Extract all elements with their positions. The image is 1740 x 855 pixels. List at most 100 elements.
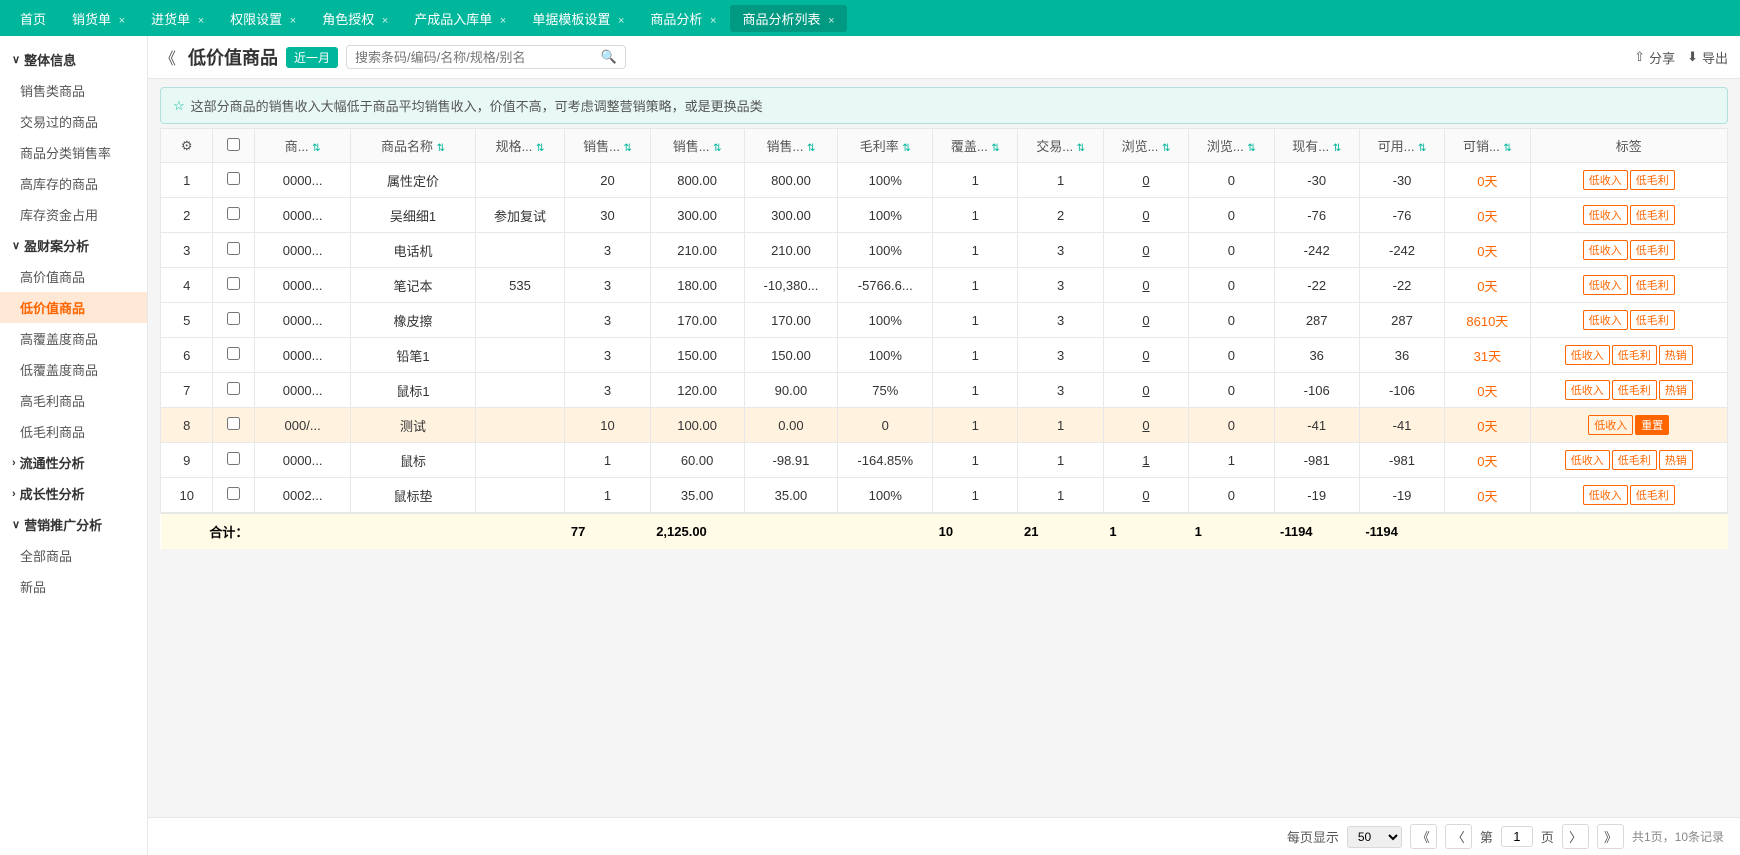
row-checkbox[interactable] <box>227 172 240 185</box>
browse1-cell[interactable]: 0 <box>1103 163 1188 198</box>
sidebar-item-category-sales[interactable]: 商品分类销售率 <box>0 137 147 168</box>
browse1-cell[interactable]: 0 <box>1103 373 1188 408</box>
table-container[interactable]: ⚙ 商... ⇅ 商品名称 ⇅ 规格... ⇅ 销售... ⇅ 销售... ⇅ … <box>160 128 1728 817</box>
browse1-cell[interactable]: 0 <box>1103 338 1188 373</box>
sidebar-item-stock-capital[interactable]: 库存资金占用 <box>0 199 147 230</box>
sidebar-item-traded-products[interactable]: 交易过的商品 <box>0 106 147 137</box>
row-checkbox[interactable] <box>227 417 240 430</box>
sidebar-group-marketing[interactable]: ∨ 营销推广分析 <box>0 509 147 540</box>
browse1-link[interactable]: 0 <box>1142 278 1149 293</box>
nav-product-analysis[interactable]: 商品分析 × <box>638 5 728 32</box>
table-row[interactable]: 4 0000... 笔记本 535 3 180.00 -10,380... -5… <box>161 268 1728 303</box>
sidebar-item-high-value[interactable]: 高价值商品 <box>0 261 147 292</box>
browse1-link[interactable]: 0 <box>1142 208 1149 223</box>
checkbox-cell[interactable] <box>213 268 254 303</box>
sidebar-item-low-profit[interactable]: 低毛利商品 <box>0 416 147 447</box>
col-settings[interactable]: ⚙ <box>161 129 213 163</box>
checkbox-cell[interactable] <box>213 408 254 443</box>
next-page-btn[interactable]: 〉 <box>1562 824 1589 849</box>
sidebar-item-new-products[interactable]: 新品 <box>0 571 147 602</box>
col-checkbox[interactable] <box>213 129 254 163</box>
checkbox-cell[interactable] <box>213 443 254 478</box>
sidebar-group-flow[interactable]: › 流通性分析 <box>0 447 147 478</box>
browse1-cell[interactable]: 0 <box>1103 198 1188 233</box>
checkbox-cell[interactable] <box>213 198 254 233</box>
tag-recent-btn[interactable]: 近一月 <box>286 47 338 68</box>
close-icon[interactable]: × <box>710 15 716 27</box>
browse1-cell[interactable]: 0 <box>1103 408 1188 443</box>
checkbox-cell[interactable] <box>213 338 254 373</box>
browse1-cell[interactable]: 0 <box>1103 233 1188 268</box>
sidebar-item-all-products[interactable]: 全部商品 <box>0 540 147 571</box>
nav-home[interactable]: 首页 <box>8 5 58 32</box>
checkbox-cell[interactable] <box>213 233 254 268</box>
row-checkbox[interactable] <box>227 382 240 395</box>
browse1-link[interactable]: 0 <box>1142 383 1149 398</box>
table-row[interactable]: 1 0000... 属性定价 20 800.00 800.00 100% 1 1… <box>161 163 1728 198</box>
nav-product-inbound[interactable]: 产成品入库单 × <box>402 5 518 32</box>
browse1-cell[interactable]: 0 <box>1103 268 1188 303</box>
checkbox-cell[interactable] <box>213 163 254 198</box>
close-icon[interactable]: × <box>500 15 506 27</box>
sidebar-group-financial[interactable]: ∨ 盈财案分析 <box>0 230 147 261</box>
search-icon[interactable]: 🔍 <box>601 49 617 65</box>
nav-sales-order[interactable]: 销货单 × <box>60 5 137 32</box>
close-icon[interactable]: × <box>618 15 624 27</box>
table-row[interactable]: 9 0000... 鼠标 1 60.00 -98.91 -164.85% 1 1… <box>161 443 1728 478</box>
sidebar-item-high-coverage[interactable]: 高覆盖度商品 <box>0 323 147 354</box>
per-page-select[interactable]: 50 100 200 <box>1347 826 1402 848</box>
nav-role-auth[interactable]: 角色授权 × <box>310 5 400 32</box>
page-num-input[interactable] <box>1501 826 1533 847</box>
browse1-link[interactable]: 0 <box>1142 488 1149 503</box>
browse1-link[interactable]: 0 <box>1142 418 1149 433</box>
table-row[interactable]: 3 0000... 电话机 3 210.00 210.00 100% 1 3 0… <box>161 233 1728 268</box>
row-checkbox[interactable] <box>227 277 240 290</box>
prev-page-btn[interactable]: 〈 <box>1445 824 1472 849</box>
collapse-sidebar-btn[interactable]: 《 <box>160 45 176 69</box>
row-checkbox[interactable] <box>227 487 240 500</box>
nav-permissions[interactable]: 权限设置 × <box>218 5 308 32</box>
table-row[interactable]: 8 000/... 测试 10 100.00 0.00 0 1 1 0 0 -4… <box>161 408 1728 443</box>
sidebar-item-low-value[interactable]: 低价值商品 <box>0 292 147 323</box>
checkbox-cell[interactable] <box>213 478 254 514</box>
row-checkbox[interactable] <box>227 452 240 465</box>
select-all-checkbox[interactable] <box>227 138 240 151</box>
checkbox-cell[interactable] <box>213 303 254 338</box>
sidebar-group-growth[interactable]: › 成长性分析 <box>0 478 147 509</box>
sidebar-item-low-coverage[interactable]: 低覆盖度商品 <box>0 354 147 385</box>
close-icon[interactable]: × <box>828 15 834 27</box>
table-row[interactable]: 10 0002... 鼠标垫 1 35.00 35.00 100% 1 1 0 … <box>161 478 1728 514</box>
browse1-link[interactable]: 0 <box>1142 348 1149 363</box>
browse1-link[interactable]: 0 <box>1142 313 1149 328</box>
sidebar-item-high-profit[interactable]: 高毛利商品 <box>0 385 147 416</box>
first-page-btn[interactable]: 《 <box>1410 824 1437 849</box>
share-btn[interactable]: ⇧ 分享 <box>1634 48 1675 67</box>
checkbox-cell[interactable] <box>213 373 254 408</box>
browse1-link[interactable]: 1 <box>1142 453 1149 468</box>
last-page-btn[interactable]: 》 <box>1597 824 1624 849</box>
table-row[interactable]: 7 0000... 鼠标1 3 120.00 90.00 75% 1 3 0 0… <box>161 373 1728 408</box>
nav-purchase-order[interactable]: 进货单 × <box>139 5 216 32</box>
nav-product-analysis-list[interactable]: 商品分析列表 × <box>730 5 846 32</box>
browse1-cell[interactable]: 1 <box>1103 443 1188 478</box>
sidebar-item-high-stock[interactable]: 高库存的商品 <box>0 168 147 199</box>
row-checkbox[interactable] <box>227 242 240 255</box>
table-row[interactable]: 6 0000... 铅笔1 3 150.00 150.00 100% 1 3 0… <box>161 338 1728 373</box>
table-row[interactable]: 5 0000... 橡皮擦 3 170.00 170.00 100% 1 3 0… <box>161 303 1728 338</box>
nav-template-settings[interactable]: 单据模板设置 × <box>520 5 636 32</box>
table-row[interactable]: 2 0000... 吴细细1 参加复试 30 300.00 300.00 100… <box>161 198 1728 233</box>
browse1-link[interactable]: 0 <box>1142 243 1149 258</box>
export-btn[interactable]: ⬇ 导出 <box>1687 48 1728 67</box>
row-checkbox[interactable] <box>227 347 240 360</box>
search-input[interactable] <box>355 50 601 65</box>
browse1-cell[interactable]: 0 <box>1103 303 1188 338</box>
close-icon[interactable]: × <box>382 15 388 27</box>
close-icon[interactable]: × <box>119 15 125 27</box>
browse1-cell[interactable]: 0 <box>1103 478 1188 514</box>
sidebar-item-sales-products[interactable]: 销售类商品 <box>0 75 147 106</box>
close-icon[interactable]: × <box>198 15 204 27</box>
row-checkbox[interactable] <box>227 312 240 325</box>
sidebar-group-overall[interactable]: ∨ 整体信息 <box>0 44 147 75</box>
row-checkbox[interactable] <box>227 207 240 220</box>
browse1-link[interactable]: 0 <box>1142 173 1149 188</box>
